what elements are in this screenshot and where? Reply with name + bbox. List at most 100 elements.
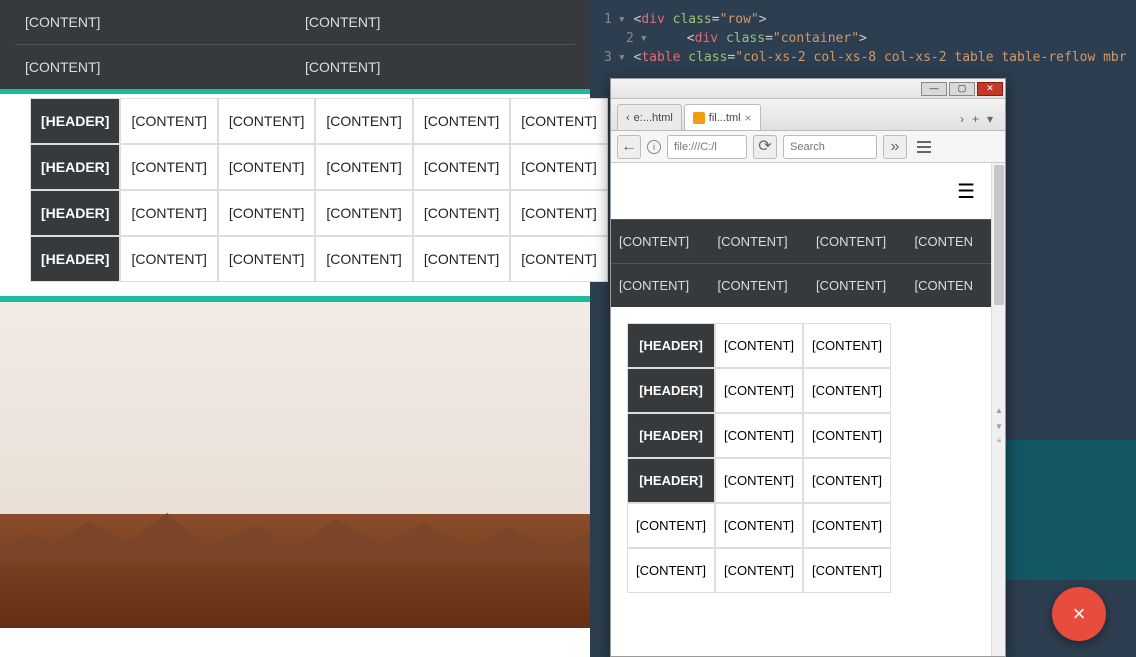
browser-window: — ▢ ✕ ‹ e:...html fil...tml × › + ▾ ← i … xyxy=(610,78,1006,657)
table-header: [HEADER] xyxy=(30,98,120,144)
table-header: [HEADER] xyxy=(627,458,715,503)
dark-cell: [CONTENT] xyxy=(611,264,710,307)
table-cell: [CONTENT] xyxy=(120,144,217,190)
table-cell: [CONTENT] xyxy=(715,503,803,548)
table-header: [HEADER] xyxy=(627,368,715,413)
table-cell: [CONTENT] xyxy=(627,548,715,593)
table-row: [HEADER] [CONTENT] [CONTENT] [CONTENT] [… xyxy=(30,236,608,282)
address-input[interactable] xyxy=(667,135,747,159)
menu-icon[interactable] xyxy=(913,136,935,158)
table-cell: [CONTENT] xyxy=(715,323,803,368)
table-cell: [CONTENT] xyxy=(218,236,315,282)
browser-urlbar: ← i ⟳ » xyxy=(611,131,1005,163)
table-cell: [CONTENT] xyxy=(715,548,803,593)
table-cell: [CONTENT] xyxy=(413,236,510,282)
table-row: [CONTENT][CONTENT][CONTENT] xyxy=(627,548,891,593)
new-tab-button[interactable]: + xyxy=(972,112,979,126)
table-header: [HEADER] xyxy=(627,413,715,458)
back-button[interactable]: ← xyxy=(617,135,641,159)
window-titlebar[interactable]: — ▢ ✕ xyxy=(611,79,1005,99)
browser-tab-active[interactable]: fil...tml × xyxy=(684,104,761,130)
table-header: [HEADER] xyxy=(30,236,120,282)
table-cell: [CONTENT] xyxy=(510,236,607,282)
dark-cell: [CONTENT] xyxy=(15,0,295,44)
table-cell: [CONTENT] xyxy=(120,190,217,236)
table-cell: [CONTENT] xyxy=(510,144,607,190)
table-cell: [CONTENT] xyxy=(120,98,217,144)
left-preview-pane: [CONTENT] [CONTENT] [CONTENT] [CONTENT] … xyxy=(0,0,590,657)
table-header: [HEADER] xyxy=(627,323,715,368)
search-input[interactable] xyxy=(783,135,877,159)
table-cell: [CONTENT] xyxy=(413,144,510,190)
tab-label: e:...html xyxy=(634,112,673,124)
table-row: [HEADER] [CONTENT] [CONTENT] [CONTENT] [… xyxy=(30,144,608,190)
dark-pricing-header: [CONTENT] [CONTENT] [CONTENT] [CONTENT] xyxy=(0,0,590,89)
reflow-table: [HEADER][CONTENT][CONTENT] [HEADER][CONT… xyxy=(627,323,891,593)
table-cell: [CONTENT] xyxy=(315,190,412,236)
table-cell: [CONTENT] xyxy=(510,190,607,236)
table-row: [HEADER] [CONTENT] [CONTENT] [CONTENT] [… xyxy=(30,190,608,236)
editor-dark-stripe xyxy=(1006,440,1136,580)
table-cell: [CONTENT] xyxy=(218,98,315,144)
line-number: 1 xyxy=(604,12,612,27)
scroll-grip-icon[interactable]: ≡ xyxy=(994,436,1004,446)
dark-row: [CONTENT] [CONTENT] xyxy=(15,44,575,89)
table-row: [CONTENT][CONTENT][CONTENT] xyxy=(627,503,891,548)
dark-cell: [CONTENT] xyxy=(710,264,809,307)
overflow-button[interactable]: » xyxy=(883,135,907,159)
scroll-up-icon[interactable]: ▲ xyxy=(994,406,1004,416)
tab-label: fil...tml xyxy=(709,112,741,124)
scrollbar[interactable]: ▲ ▼ ≡ xyxy=(991,163,1005,656)
dark-row: [CONTENT] [CONTENT] [CONTENT] [CONTEN xyxy=(611,219,1005,263)
table-row: [HEADER][CONTENT][CONTENT] xyxy=(627,413,891,458)
browser-viewport: ☰ [CONTENT] [CONTENT] [CONTENT] [CONTEN … xyxy=(611,163,1005,656)
table-cell: [CONTENT] xyxy=(803,323,891,368)
tab-menu-icon[interactable]: ▾ xyxy=(987,112,993,126)
dark-section: [CONTENT] [CONTENT] [CONTENT] [CONTEN [C… xyxy=(611,219,1005,307)
browser-tabs: ‹ e:...html fil...tml × › + ▾ xyxy=(611,99,1005,131)
table-cell: [CONTENT] xyxy=(715,458,803,503)
table-row: [HEADER][CONTENT][CONTENT] xyxy=(627,368,891,413)
table-row: [HEADER][CONTENT][CONTENT] xyxy=(627,458,891,503)
table-cell: [CONTENT] xyxy=(120,236,217,282)
dark-cell: [CONTENT] xyxy=(808,220,907,263)
maximize-button[interactable]: ▢ xyxy=(949,82,975,96)
hamburger-icon[interactable]: ☰ xyxy=(957,179,975,204)
dark-row: [CONTENT] [CONTENT] xyxy=(15,0,575,44)
site-info-icon[interactable]: i xyxy=(647,140,661,154)
close-button[interactable]: ✕ xyxy=(977,82,1003,96)
table-cell: [CONTENT] xyxy=(803,503,891,548)
page-icon xyxy=(693,112,705,124)
dark-cell: [CONTENT] xyxy=(295,0,575,44)
table-cell: [CONTENT] xyxy=(413,190,510,236)
browser-tab[interactable]: ‹ e:...html xyxy=(617,104,682,130)
close-icon: × xyxy=(1073,601,1086,627)
table-header: [HEADER] xyxy=(30,190,120,236)
table-cell: [CONTENT] xyxy=(413,98,510,144)
scroll-down-icon[interactable]: ▼ xyxy=(994,422,1004,432)
reload-button[interactable]: ⟳ xyxy=(753,135,777,159)
table-header: [HEADER] xyxy=(30,144,120,190)
scrollbar-thumb[interactable] xyxy=(994,165,1004,305)
close-fab-button[interactable]: × xyxy=(1052,587,1106,641)
hero-image-section xyxy=(0,296,590,628)
code-editor[interactable]: 1▾ <div class="row"> 2▾ <div class="cont… xyxy=(590,0,1136,80)
table-cell: [CONTENT] xyxy=(803,458,891,503)
chevron-right-icon[interactable]: › xyxy=(960,112,964,126)
table-cell: [CONTENT] xyxy=(715,368,803,413)
table-cell: [CONTENT] xyxy=(715,413,803,458)
reflow-table: [HEADER] [CONTENT] [CONTENT] [CONTENT] [… xyxy=(30,98,608,282)
dark-row: [CONTENT] [CONTENT] [CONTENT] [CONTEN xyxy=(611,263,1005,307)
dark-cell: [CONTENT] xyxy=(611,220,710,263)
table-cell: [CONTENT] xyxy=(803,548,891,593)
dark-cell: [CONTENT] xyxy=(295,45,575,89)
table-row: [HEADER] [CONTENT] [CONTENT] [CONTENT] [… xyxy=(30,98,608,144)
table-cell: [CONTENT] xyxy=(803,368,891,413)
minimize-button[interactable]: — xyxy=(921,82,947,96)
line-number: 2 xyxy=(626,31,634,46)
close-tab-icon[interactable]: × xyxy=(745,111,752,125)
table-cell: [CONTENT] xyxy=(315,98,412,144)
site-navbar: ☰ xyxy=(611,163,1005,219)
dark-cell: [CONTENT] xyxy=(710,220,809,263)
table-cell: [CONTENT] xyxy=(803,413,891,458)
